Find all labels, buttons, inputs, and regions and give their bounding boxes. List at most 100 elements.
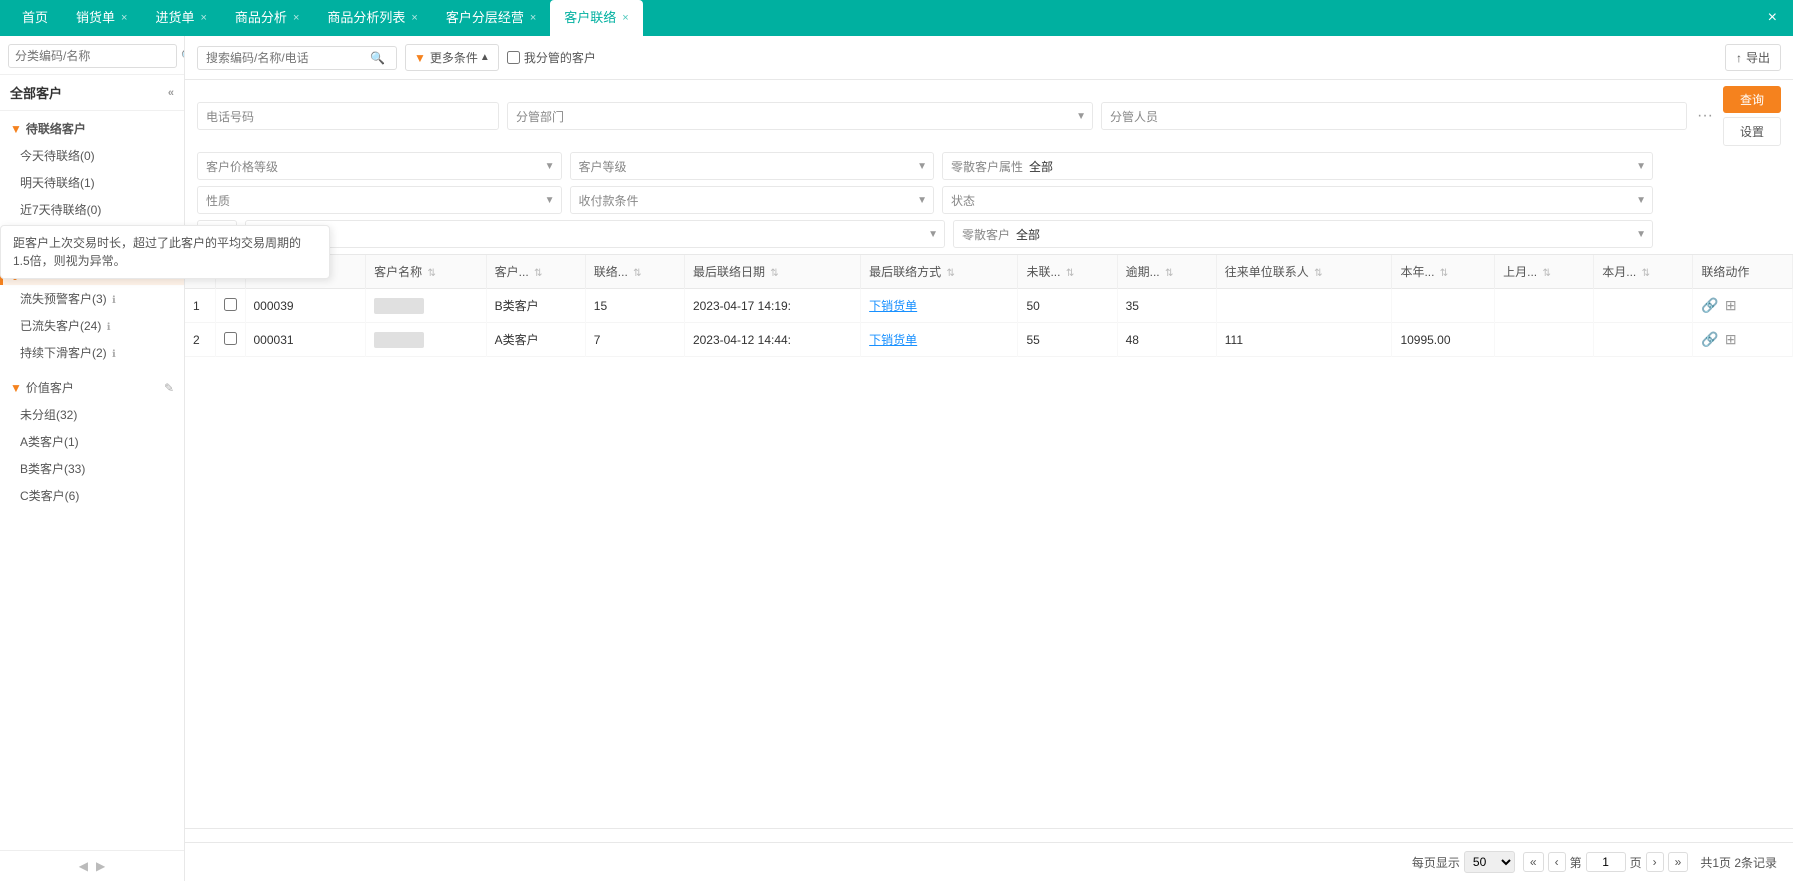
sidebar-item-class-c[interactable]: C类客户(6)	[0, 482, 184, 509]
field-customer-grade-label: 客户等级	[579, 158, 627, 175]
row1-last-way[interactable]: 下销货单	[861, 289, 1018, 323]
col-contacts: 往来单位联系人 ⇅	[1216, 255, 1392, 289]
nav-purchase-close[interactable]: ×	[200, 0, 206, 36]
field-more-dots[interactable]: ···	[1697, 107, 1713, 125]
sort-type-icon[interactable]: ⇅	[534, 268, 542, 279]
nav-sales-close[interactable]: ×	[121, 0, 127, 36]
row2-actions: 🔗 ⊞	[1693, 323, 1793, 357]
field-status-label: 状态	[951, 192, 975, 209]
table-row: 1 000039 B类客户 15 2023-04-17 14:19: 下销货单 …	[185, 289, 1793, 323]
field-manager[interactable]: 分管人员	[1101, 102, 1687, 130]
nav-sales[interactable]: 销货单 ×	[62, 0, 141, 36]
nav-product-list-close[interactable]: ×	[411, 0, 417, 36]
sidebar-search-input[interactable]	[8, 44, 177, 68]
sidebar-item-ungroup[interactable]: 未分组(32)	[0, 401, 184, 428]
my-customer-check[interactable]	[507, 51, 520, 64]
page-suffix: 页	[1630, 854, 1642, 871]
field-scatter-customer[interactable]: 零散客户 全部 ▼	[953, 220, 1653, 248]
sidebar-item-loss-warning[interactable]: 流失预警客户(3) ℹ	[0, 285, 184, 312]
sort-last-way-icon[interactable]: ⇅	[947, 268, 955, 279]
sidebar-group-value-title[interactable]: ▼ 价值客户 ✎	[0, 374, 184, 401]
field-dept[interactable]: 分管部门 ▼	[507, 102, 1093, 130]
row2-link-icon[interactable]: 🔗	[1701, 331, 1718, 348]
settings-button[interactable]: 设置	[1723, 117, 1781, 146]
sidebar-item-class-a[interactable]: A类客户(1)	[0, 428, 184, 455]
nav-product-analysis-close[interactable]: ×	[293, 0, 299, 36]
field-gender[interactable]: 性质 ▼	[197, 186, 562, 214]
my-customer-checkbox[interactable]: 我分管的客户	[507, 49, 596, 66]
sidebar-item-lost[interactable]: 已流失客户(24) ℹ	[0, 312, 184, 339]
sort-unlink-icon[interactable]: ⇅	[1066, 268, 1074, 279]
sort-last-date-icon[interactable]: ⇅	[770, 268, 778, 279]
sort-contacts-icon[interactable]: ⇅	[1314, 268, 1322, 279]
row1-link-icon[interactable]: 🔗	[1701, 297, 1718, 314]
sidebar-bottom-nav: ◀ ▶	[0, 850, 184, 881]
sort-contact-count-icon[interactable]: ⇅	[633, 268, 641, 279]
nav-customer-contact-close[interactable]: ×	[622, 0, 628, 36]
sidebar-next-icon[interactable]: ▶	[96, 859, 105, 873]
page-number-input[interactable]	[1586, 852, 1626, 872]
first-page-btn[interactable]: «	[1523, 852, 1544, 872]
row1-last-way-link[interactable]: 下销货单	[869, 299, 917, 313]
sidebar-group-pending-title[interactable]: ▼ 待联络客户	[0, 115, 184, 142]
sort-last-month-icon[interactable]: ⇅	[1542, 268, 1550, 279]
nav-product-analysis[interactable]: 商品分析 ×	[221, 0, 313, 36]
field-status[interactable]: 状态 ▼	[942, 186, 1653, 214]
row2-last-way[interactable]: 下销货单	[861, 323, 1018, 357]
row1-checkbox[interactable]	[215, 289, 245, 323]
row2-checkbox[interactable]	[215, 323, 245, 357]
row1-check[interactable]	[224, 298, 237, 311]
sidebar-item-tomorrow[interactable]: 明天待联络(1)	[0, 169, 184, 196]
sort-name-icon[interactable]: ⇅	[427, 268, 435, 279]
nav-product-list[interactable]: 商品分析列表 ×	[313, 0, 431, 36]
info-icon-loss: ℹ	[112, 295, 116, 306]
price-grade-dropdown: ▼	[545, 161, 555, 172]
sidebar-all-customers-label: 全部客户	[10, 83, 62, 102]
row1-grid-icon[interactable]: ⊞	[1725, 297, 1737, 314]
row2-check[interactable]	[224, 332, 237, 345]
row2-last-way-link[interactable]: 下销货单	[869, 333, 917, 347]
per-page-select[interactable]: 20 50 100	[1464, 851, 1515, 873]
field-price-grade[interactable]: 客户价格等级 ▼	[197, 152, 562, 180]
nav-home[interactable]: 首页	[8, 0, 62, 36]
masked-name-1	[374, 298, 424, 314]
field-customer-grade[interactable]: 客户等级 ▼	[570, 152, 935, 180]
row2-last-month	[1495, 323, 1594, 357]
nav-purchase[interactable]: 进货单 ×	[141, 0, 220, 36]
next-page-btn[interactable]: ›	[1646, 852, 1664, 872]
customer-type-dropdown: ▼	[928, 229, 938, 240]
row2-grid-icon[interactable]: ⊞	[1725, 331, 1737, 348]
sidebar-item-today[interactable]: 今天待联络(0)	[0, 142, 184, 169]
query-button[interactable]: 查询	[1723, 86, 1781, 113]
nav-customer-segment-close[interactable]: ×	[530, 0, 536, 36]
field-phone[interactable]: 电话号码	[197, 102, 499, 130]
sidebar-prev-icon[interactable]: ◀	[79, 859, 88, 873]
col-last-month: 上月... ⇅	[1495, 255, 1594, 289]
row1-type: B类客户	[486, 289, 585, 323]
col-name: 客户名称 ⇅	[366, 255, 487, 289]
sidebar-item-7days[interactable]: 近7天待联络(0)	[0, 196, 184, 223]
edit-icon[interactable]: ✎	[164, 381, 174, 395]
scatter-attr-dropdown: ▼	[1636, 161, 1646, 172]
horizontal-scrollbar[interactable]	[185, 828, 1793, 842]
more-conditions-btn[interactable]: ▼ 更多条件 ▲	[405, 44, 499, 71]
close-all-tabs[interactable]: ×	[1760, 9, 1785, 27]
field-scatter-customer-label: 零散客户	[962, 226, 1010, 243]
field-scatter-attr[interactable]: 零散客户属性 全部 ▼	[942, 152, 1653, 180]
sidebar-item-declining[interactable]: 持续下滑客户(2) ℹ	[0, 339, 184, 366]
sort-overdue-icon[interactable]: ⇅	[1165, 268, 1173, 279]
export-button[interactable]: ↑ 导出	[1725, 44, 1781, 71]
per-page-selector: 每页显示 20 50 100	[1412, 851, 1515, 873]
search-input[interactable]	[206, 51, 366, 65]
field-payment[interactable]: 收付款条件 ▼	[570, 186, 935, 214]
nav-customer-contact[interactable]: 客户联络 ×	[550, 0, 642, 36]
sort-this-month-icon[interactable]: ⇅	[1642, 268, 1650, 279]
prev-page-btn[interactable]: ‹	[1548, 852, 1566, 872]
nav-customer-segment[interactable]: 客户分层经营 ×	[432, 0, 550, 36]
sidebar-item-class-b[interactable]: B类客户(33)	[0, 455, 184, 482]
field-customer-type[interactable]: 客户类型 ▼	[245, 220, 945, 248]
sidebar-collapse-icon[interactable]: «	[168, 87, 174, 99]
search-icon[interactable]: 🔍	[370, 51, 385, 65]
last-page-btn[interactable]: »	[1668, 852, 1689, 872]
sort-this-year-icon[interactable]: ⇅	[1440, 268, 1448, 279]
